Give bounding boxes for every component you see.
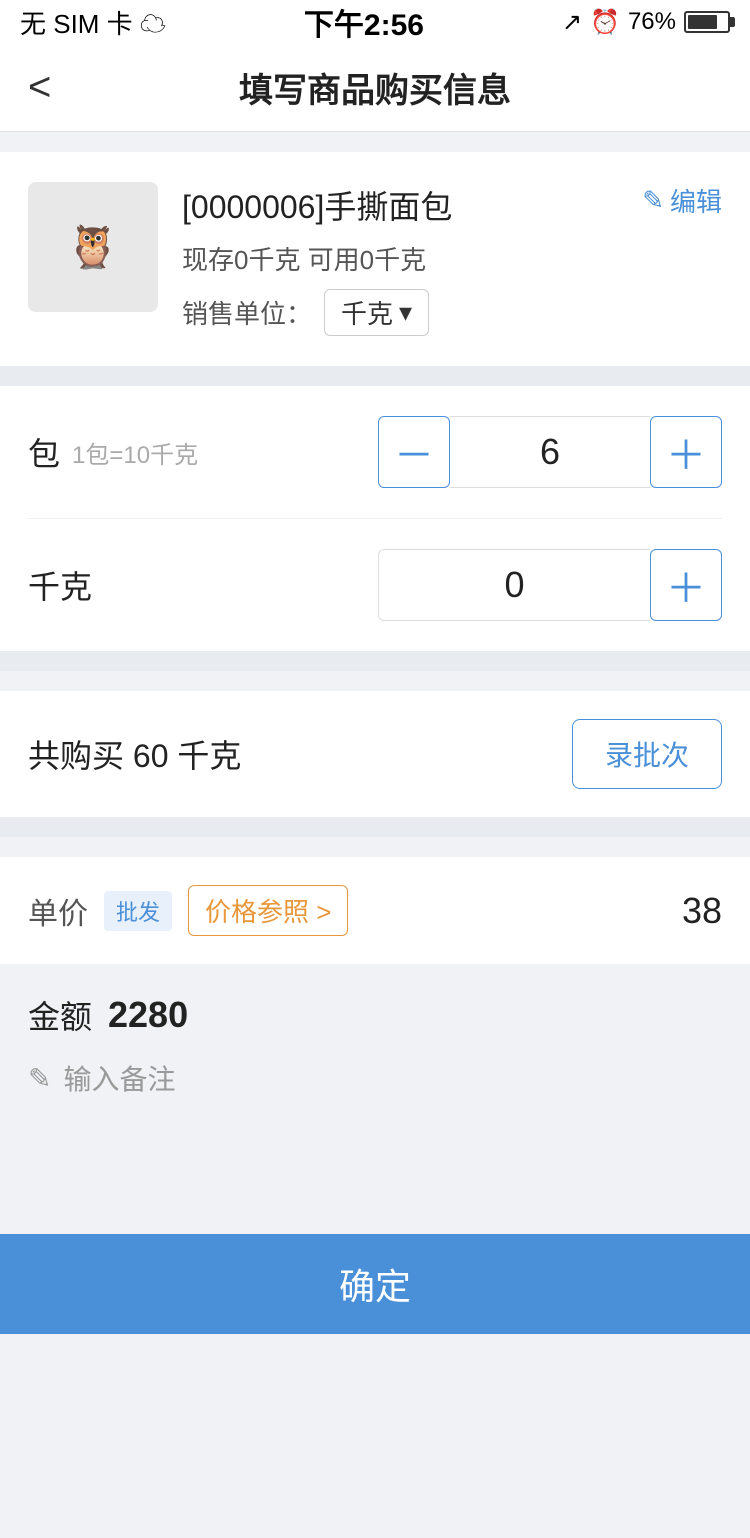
sim-status: 无 SIM 卡 ☁ <box>20 4 166 41</box>
unit-value: 千克 <box>341 294 393 331</box>
status-time: 下午2:56 <box>304 0 424 44</box>
battery-icon <box>684 11 730 33</box>
qty-hint-bao: 1包=10千克 <box>72 435 198 470</box>
qty-controls-bao: － ＋ <box>378 416 722 488</box>
dropdown-icon: ▾ <box>399 297 412 328</box>
quantity-row-bao: 包 1包=10千克 － ＋ <box>28 386 722 519</box>
product-unit-row: 销售单位： 千克 ▾ <box>182 289 722 336</box>
battery-fill <box>688 15 717 29</box>
product-stock: 现存0千克 可用0千克 <box>182 240 722 277</box>
section-divider-3 <box>0 817 750 837</box>
quantity-row-kg: 千克 ＋ <box>28 519 722 651</box>
back-button[interactable]: < <box>28 65 51 110</box>
pencil-icon: ✎ <box>28 1062 51 1095</box>
edit-label: 编辑 <box>670 182 722 219</box>
amount-row: 金额 2280 <box>28 992 722 1038</box>
status-right: ↗ ⏰ 76% <box>562 8 730 37</box>
amount-section: 金额 2280 ✎ 输入备注 <box>0 964 750 1118</box>
section-divider-1 <box>0 366 750 386</box>
price-label: 单价 <box>28 889 88 933</box>
product-image: 🦉 <box>28 182 158 312</box>
qty-label-bao: 包 1包=10千克 <box>28 429 198 475</box>
qty-label-kg: 千克 <box>28 562 92 608</box>
edit-button[interactable]: ✎ 编辑 <box>642 182 722 219</box>
alarm-icon: ⏰ <box>590 8 620 37</box>
qty-controls-kg: ＋ <box>378 549 722 621</box>
price-value: 38 <box>682 890 722 932</box>
remark-row[interactable]: ✎ 输入备注 <box>28 1058 722 1098</box>
product-name: [0000006]手撕面包 <box>182 182 722 228</box>
remark-label: 输入备注 <box>63 1058 175 1098</box>
location-icon: ↗ <box>562 8 582 37</box>
qty-input-bao[interactable] <box>450 416 650 488</box>
price-ref-button[interactable]: 价格参照 > <box>188 885 348 936</box>
page-title: 填写商品购买信息 <box>239 63 511 112</box>
battery-level: 76% <box>628 8 676 36</box>
qty-unit-bao: 包 <box>28 429 60 475</box>
amount-label: 金额 <box>28 992 92 1038</box>
qty-input-kg[interactable] <box>378 549 650 621</box>
product-logo-icon: 🦉 <box>67 223 119 272</box>
qty-minus-bao[interactable]: － <box>378 416 450 488</box>
status-bar: 无 SIM 卡 ☁ 下午2:56 ↗ ⏰ 76% <box>0 0 750 44</box>
product-info: [0000006]手撕面包 现存0千克 可用0千克 销售单位： 千克 ▾ <box>182 182 722 336</box>
status-left: 无 SIM 卡 ☁ <box>20 4 166 41</box>
batch-button[interactable]: 录批次 <box>572 719 722 789</box>
qty-unit-kg: 千克 <box>28 562 92 608</box>
product-card: 🦉 [0000006]手撕面包 现存0千克 可用0千克 销售单位： 千克 ▾ ✎… <box>0 152 750 366</box>
unit-label: 销售单位： <box>182 294 312 331</box>
price-tag: 批发 <box>104 891 172 931</box>
qty-plus-kg[interactable]: ＋ <box>650 549 722 621</box>
edit-icon: ✎ <box>642 185 664 216</box>
qty-plus-bao[interactable]: ＋ <box>650 416 722 488</box>
quantity-section: 包 1包=10千克 － ＋ 千克 ＋ <box>0 386 750 651</box>
nav-bar: < 填写商品购买信息 <box>0 44 750 132</box>
amount-value: 2280 <box>108 994 188 1036</box>
unit-select[interactable]: 千克 ▾ <box>324 289 429 336</box>
confirm-button[interactable]: 确定 <box>0 1234 750 1334</box>
total-text: 共购买 60 千克 <box>28 731 241 777</box>
total-batch-section: 共购买 60 千克 录批次 <box>0 691 750 817</box>
section-divider-2 <box>0 651 750 671</box>
confirm-button-label: 确定 <box>339 1258 411 1310</box>
price-section: 单价 批发 价格参照 > 38 <box>0 857 750 964</box>
